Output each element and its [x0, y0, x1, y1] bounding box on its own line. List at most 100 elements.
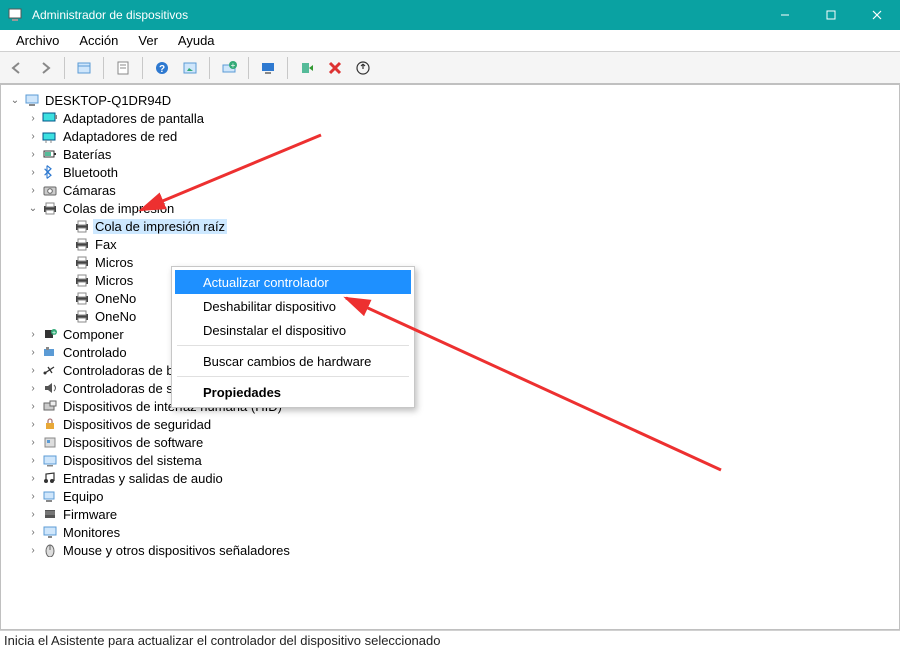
chevron-right-icon[interactable]: › [25, 419, 41, 430]
camera-icon [41, 182, 59, 198]
bluetooth-icon [41, 164, 59, 180]
printer-icon [41, 200, 59, 216]
printer-icon [73, 290, 91, 306]
scan-button[interactable] [177, 55, 203, 81]
chevron-right-icon[interactable]: › [25, 185, 41, 196]
svg-text:?: ? [159, 64, 165, 75]
tree-cat-softdev[interactable]: ›Dispositivos de software [3, 433, 899, 451]
tree-cat-hid[interactable]: ›Dispositivos de interfaz humana (HID) [3, 397, 899, 415]
tree-root-label: DESKTOP-Q1DR94D [43, 93, 173, 108]
tree-cat-battery[interactable]: ›Baterías [3, 145, 899, 163]
menu-ver[interactable]: Ver [128, 31, 168, 50]
tree-cat-equipo[interactable]: ›Equipo [3, 487, 899, 505]
monitor-icon [41, 524, 59, 540]
chevron-down-icon[interactable]: ⌄ [25, 203, 41, 214]
tree-cat-mouse[interactable]: ›Mouse y otros dispositivos señaladores [3, 541, 899, 559]
tree-item-print-root[interactable]: Cola de impresión raíz [3, 217, 899, 235]
battery-icon [41, 146, 59, 162]
printer-icon [73, 236, 91, 252]
tree-item-print-fax[interactable]: Fax [3, 235, 899, 253]
tree-item-print-one2[interactable]: OneNo [3, 307, 899, 325]
close-button[interactable] [854, 0, 900, 30]
chevron-right-icon[interactable]: › [25, 455, 41, 466]
status-bar: Inicia el Asistente para actualizar el c… [0, 630, 900, 652]
hid-icon [41, 398, 59, 414]
chevron-right-icon[interactable]: › [25, 437, 41, 448]
svg-text:+: + [231, 61, 236, 70]
tree-cat-camera[interactable]: ›Cámaras [3, 181, 899, 199]
tree-cat-sound[interactable]: ›Controladoras de sonido y vídeo y dispo… [3, 379, 899, 397]
app-icon [0, 7, 30, 23]
chevron-right-icon[interactable]: › [25, 473, 41, 484]
menubar: Archivo Acción Ver Ayuda [0, 30, 900, 52]
nav-back-button[interactable] [4, 55, 30, 81]
chevron-down-icon[interactable]: ⌄ [7, 95, 23, 106]
ctx-properties[interactable]: Propiedades [175, 380, 411, 404]
show-hidden-button[interactable] [71, 55, 97, 81]
status-text: Inicia el Asistente para actualizar el c… [4, 633, 440, 648]
device-tree[interactable]: ⌄ DESKTOP-Q1DR94D ›Adaptadores de pantal… [1, 85, 899, 629]
svg-text:+: + [52, 330, 56, 337]
maximize-button[interactable] [808, 0, 854, 30]
display-adapter-icon [41, 110, 59, 126]
chevron-right-icon[interactable]: › [25, 113, 41, 124]
chevron-right-icon[interactable]: › [25, 365, 41, 376]
nav-forward-button[interactable] [32, 55, 58, 81]
printer-icon [73, 254, 91, 270]
ctx-uninstall-device[interactable]: Desinstalar el dispositivo [175, 318, 411, 342]
printer-icon [73, 272, 91, 288]
add-legacy-button[interactable]: + [216, 55, 242, 81]
tree-cat-ata[interactable]: ›Controlado [3, 343, 899, 361]
software-component-icon: + [41, 326, 59, 342]
software-device-icon [41, 434, 59, 450]
update-driver-button[interactable] [350, 55, 376, 81]
chevron-right-icon[interactable]: › [25, 131, 41, 142]
usb-icon [41, 362, 59, 378]
chevron-right-icon[interactable]: › [25, 491, 41, 502]
menu-archivo[interactable]: Archivo [6, 31, 69, 50]
tree-item-print-ms2[interactable]: Micros [3, 271, 899, 289]
computer-icon [23, 92, 41, 108]
chevron-right-icon[interactable]: › [25, 545, 41, 556]
menu-ayuda[interactable]: Ayuda [168, 31, 225, 50]
tree-cat-usb[interactable]: ›Controladoras de bus serie universal [3, 361, 899, 379]
sound-icon [41, 380, 59, 396]
ctx-disable-device[interactable]: Deshabilitar dispositivo [175, 294, 411, 318]
tree-cat-bluetooth[interactable]: ›Bluetooth [3, 163, 899, 181]
tree-root[interactable]: ⌄ DESKTOP-Q1DR94D [3, 91, 899, 109]
tree-item-print-one1[interactable]: OneNo [3, 289, 899, 307]
tree-cat-audio[interactable]: ›Entradas y salidas de audio [3, 469, 899, 487]
chevron-right-icon[interactable]: › [25, 401, 41, 412]
tree-item-print-ms1[interactable]: Micros [3, 253, 899, 271]
uninstall-device-button[interactable] [322, 55, 348, 81]
tree-cat-system[interactable]: ›Dispositivos del sistema [3, 451, 899, 469]
tree-cat-security[interactable]: ›Dispositivos de seguridad [3, 415, 899, 433]
minimize-button[interactable] [762, 0, 808, 30]
chevron-right-icon[interactable]: › [25, 509, 41, 520]
ctx-update-driver[interactable]: Actualizar controlador [175, 270, 411, 294]
tree-cat-swcomp[interactable]: ›+Componer [3, 325, 899, 343]
printer-icon [73, 218, 91, 234]
tree-cat-net[interactable]: ›Adaptadores de red [3, 127, 899, 145]
security-icon [41, 416, 59, 432]
chevron-right-icon[interactable]: › [25, 167, 41, 178]
ctx-separator [177, 345, 409, 346]
audio-io-icon [41, 470, 59, 486]
chevron-right-icon[interactable]: › [25, 383, 41, 394]
enable-device-button[interactable] [294, 55, 320, 81]
chevron-right-icon[interactable]: › [25, 347, 41, 358]
tree-cat-printq[interactable]: ⌄Colas de impresión [3, 199, 899, 217]
chevron-right-icon[interactable]: › [25, 527, 41, 538]
tree-cat-monitor[interactable]: ›Monitores [3, 523, 899, 541]
firmware-icon [41, 506, 59, 522]
ctx-scan-hardware[interactable]: Buscar cambios de hardware [175, 349, 411, 373]
chevron-right-icon[interactable]: › [25, 149, 41, 160]
chevron-right-icon[interactable]: › [25, 329, 41, 340]
context-menu: Actualizar controlador Deshabilitar disp… [171, 266, 415, 408]
help-button[interactable]: ? [149, 55, 175, 81]
pc-view-button[interactable] [255, 55, 281, 81]
tree-cat-firmware[interactable]: ›Firmware [3, 505, 899, 523]
tree-cat-display[interactable]: ›Adaptadores de pantalla [3, 109, 899, 127]
menu-accion[interactable]: Acción [69, 31, 128, 50]
properties-button[interactable] [110, 55, 136, 81]
